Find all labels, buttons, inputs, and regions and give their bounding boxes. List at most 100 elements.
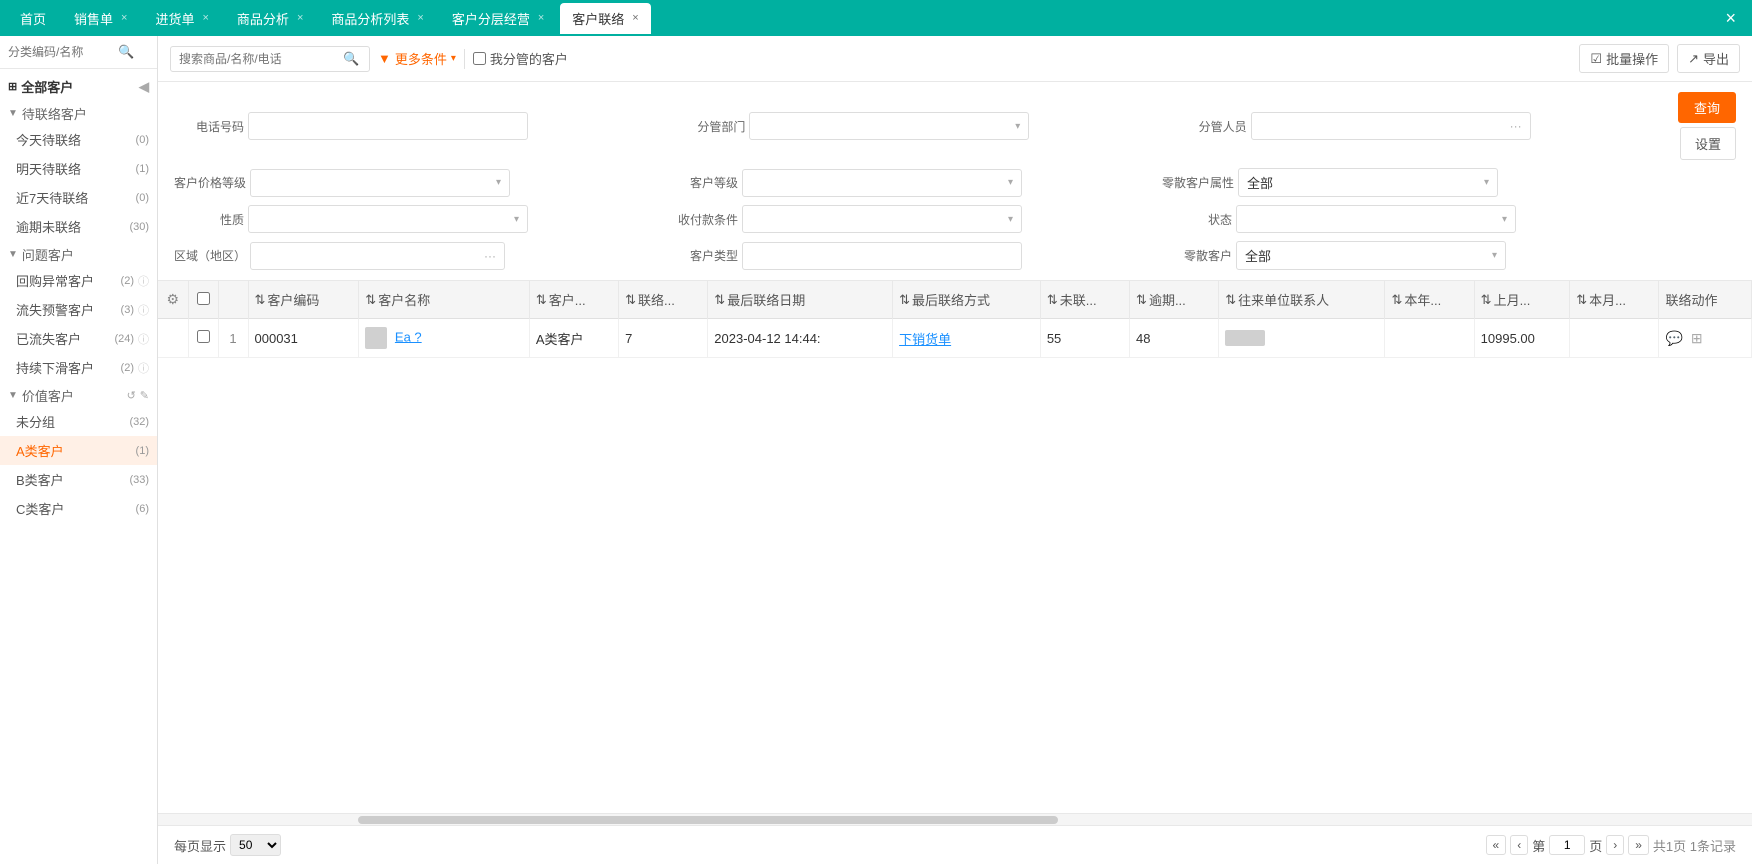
customer-level-select[interactable]: ▾ bbox=[742, 169, 1022, 197]
close-analysis-list-tab[interactable]: × bbox=[417, 12, 423, 24]
no-contact-sort[interactable]: ⇅ bbox=[1047, 292, 1058, 308]
nav-tab-sales[interactable]: 销售单 × bbox=[62, 3, 139, 34]
page-size-select[interactable]: 20 50 100 200 bbox=[230, 834, 281, 856]
filter-payment: 收付款条件 ▾ bbox=[668, 205, 1154, 233]
phone-input[interactable] bbox=[248, 112, 528, 140]
value-customer-group[interactable]: ▼ 价值客户 ↺ ✎ bbox=[0, 382, 157, 407]
qr-action-icon[interactable]: ⊞ bbox=[1691, 330, 1703, 347]
sidebar-item-b-class[interactable]: B类客户(33) bbox=[0, 465, 157, 494]
sidebar-item-overdue[interactable]: 逾期未联络(30) bbox=[0, 212, 157, 241]
th-this-month: ⇅ 本月... bbox=[1570, 281, 1659, 319]
name-col-sort[interactable]: ⇅ bbox=[365, 292, 376, 308]
last-month-sort[interactable]: ⇅ bbox=[1481, 292, 1492, 308]
region-input[interactable]: ··· bbox=[250, 242, 505, 270]
main-search-icon[interactable]: 🔍 bbox=[343, 51, 359, 67]
query-button[interactable]: 查询 bbox=[1678, 92, 1736, 123]
close-all-button[interactable]: × bbox=[1717, 8, 1744, 29]
refresh-icon[interactable]: ↺ bbox=[127, 389, 136, 402]
sidebar-item-c-class[interactable]: C类客户(6) bbox=[0, 494, 157, 523]
nav-tab-customer-contact[interactable]: 客户联络 × bbox=[560, 3, 650, 34]
customer-type-input[interactable] bbox=[742, 242, 1022, 270]
next-page-btn[interactable]: › bbox=[1606, 835, 1624, 855]
retail-attr-select[interactable]: 全部 ▾ bbox=[1238, 168, 1498, 197]
close-segment-tab[interactable]: × bbox=[538, 12, 544, 24]
close-sales-tab[interactable]: × bbox=[121, 12, 127, 24]
pending-contact-group[interactable]: ▼ 待联络客户 bbox=[0, 100, 157, 125]
retail-customer-select[interactable]: 全部 ▾ bbox=[1236, 241, 1506, 270]
gear-button[interactable]: ⚙ bbox=[164, 289, 181, 310]
page-number-input[interactable] bbox=[1549, 835, 1585, 855]
retail-chevron: ▾ bbox=[1484, 177, 1489, 188]
collapse-icon[interactable]: ◀ bbox=[139, 79, 149, 95]
more-conditions-btn[interactable]: ▼ 更多条件 ▾ bbox=[378, 49, 456, 68]
close-purchase-tab[interactable]: × bbox=[202, 12, 208, 24]
sidebar-item-unclassified[interactable]: 未分组(32) bbox=[0, 407, 157, 436]
scrollbar-thumb[interactable] bbox=[358, 816, 1058, 824]
prev-page-btn[interactable]: ‹ bbox=[1510, 835, 1528, 855]
td-contact: 7 bbox=[619, 319, 708, 358]
this-year-sort[interactable]: ⇅ bbox=[1391, 292, 1402, 308]
sidebar-item-a-class[interactable]: A类客户(1) bbox=[0, 436, 157, 465]
td-unit-contact bbox=[1219, 319, 1385, 358]
filter-customer-level: 客户等级 ▾ bbox=[668, 169, 1154, 197]
person-input[interactable]: ··· bbox=[1251, 112, 1531, 140]
filter-retail-customer: 零散客户 全部 ▾ bbox=[1162, 241, 1648, 270]
my-customers-check[interactable] bbox=[473, 52, 486, 65]
close-contact-tab[interactable]: × bbox=[632, 12, 638, 24]
nav-home[interactable]: 首页 bbox=[8, 3, 58, 34]
edit-icon[interactable]: ✎ bbox=[140, 389, 149, 402]
export-button[interactable]: ↗ 导出 bbox=[1677, 44, 1740, 73]
filter-customer-type: 客户类型 bbox=[668, 242, 1154, 270]
sidebar-item-repurchase-abnormal[interactable]: 回购异常客户 (2) ⓘ bbox=[0, 266, 157, 295]
horizontal-scrollbar[interactable] bbox=[158, 813, 1752, 825]
type-col-sort[interactable]: ⇅ bbox=[536, 292, 547, 308]
sidebar-item-tomorrow[interactable]: 明天待联络(1) bbox=[0, 154, 157, 183]
all-customers-header[interactable]: ⊞ 全部客户 ◀ bbox=[0, 69, 157, 100]
first-page-btn[interactable]: « bbox=[1486, 835, 1507, 855]
sidebar-item-churn-warning[interactable]: 流失预警客户 (3) ⓘ bbox=[0, 295, 157, 324]
dept-select[interactable]: ▾ bbox=[749, 112, 1029, 140]
sidebar-item-today[interactable]: 今天待联络(0) bbox=[0, 125, 157, 154]
sidebar-search-icon[interactable]: 🔍 bbox=[118, 44, 134, 60]
th-name: ⇅ 客户名称 bbox=[359, 281, 530, 319]
sidebar-search-input[interactable] bbox=[8, 45, 118, 59]
sidebar-search-container: 🔍 bbox=[0, 36, 157, 69]
setting-button[interactable]: 设置 bbox=[1680, 127, 1736, 160]
nav-tab-analysis-list[interactable]: 商品分析列表 × bbox=[319, 3, 435, 34]
close-analysis-tab[interactable]: × bbox=[297, 12, 303, 24]
unit-contact-sort[interactable]: ⇅ bbox=[1225, 292, 1236, 308]
batch-op-button[interactable]: ☑ 批量操作 bbox=[1579, 44, 1669, 73]
last-date-sort[interactable]: ⇅ bbox=[714, 292, 725, 308]
overdue-sort[interactable]: ⇅ bbox=[1136, 292, 1147, 308]
select-all-checkbox[interactable] bbox=[197, 292, 210, 305]
price-level-select[interactable]: ▾ bbox=[250, 169, 510, 197]
nav-tab-purchase[interactable]: 进货单 × bbox=[143, 3, 220, 34]
nav-tab-analysis[interactable]: 商品分析 × bbox=[225, 3, 315, 34]
sidebar-item-churned[interactable]: 已流失客户 (24) ⓘ bbox=[0, 324, 157, 353]
nature-label: 性质 bbox=[174, 211, 244, 228]
row-checkbox[interactable] bbox=[197, 330, 210, 343]
code-col-sort[interactable]: ⇅ bbox=[255, 292, 266, 308]
my-customers-checkbox[interactable]: 我分管的客户 bbox=[473, 49, 568, 68]
content-area: 🔍 ▼ 更多条件 ▾ 我分管的客户 ☑ 批量操作 ↗ 导出 bbox=[158, 36, 1752, 864]
customer-name-text[interactable]: Ea ? bbox=[395, 329, 422, 344]
problem-customer-group[interactable]: ▼ 问题客户 bbox=[0, 241, 157, 266]
last-method-sort[interactable]: ⇅ bbox=[899, 292, 910, 308]
td-this-month bbox=[1570, 319, 1659, 358]
chat-action-icon[interactable]: 💬 bbox=[1665, 330, 1682, 347]
payment-label: 收付款条件 bbox=[668, 211, 738, 228]
sidebar-item-7days[interactable]: 近7天待联络(0) bbox=[0, 183, 157, 212]
td-last-method: 下销货单 bbox=[893, 319, 1041, 358]
th-this-year: ⇅ 本年... bbox=[1385, 281, 1474, 319]
main-search-input[interactable] bbox=[179, 52, 339, 66]
payment-select[interactable]: ▾ bbox=[742, 205, 1022, 233]
sidebar-item-declining[interactable]: 持续下滑客户 (2) ⓘ bbox=[0, 353, 157, 382]
filter-row-3: 性质 ▾ 收付款条件 ▾ 状态 bbox=[174, 205, 1736, 233]
this-month-sort[interactable]: ⇅ bbox=[1576, 292, 1587, 308]
contact-col-sort[interactable]: ⇅ bbox=[625, 292, 636, 308]
last-method-link[interactable]: 下销货单 bbox=[899, 332, 951, 347]
nature-select[interactable]: ▾ bbox=[248, 205, 528, 233]
last-page-btn[interactable]: » bbox=[1628, 835, 1649, 855]
status-select[interactable]: ▾ bbox=[1236, 205, 1516, 233]
nav-tab-customer-segment[interactable]: 客户分层经营 × bbox=[440, 3, 556, 34]
